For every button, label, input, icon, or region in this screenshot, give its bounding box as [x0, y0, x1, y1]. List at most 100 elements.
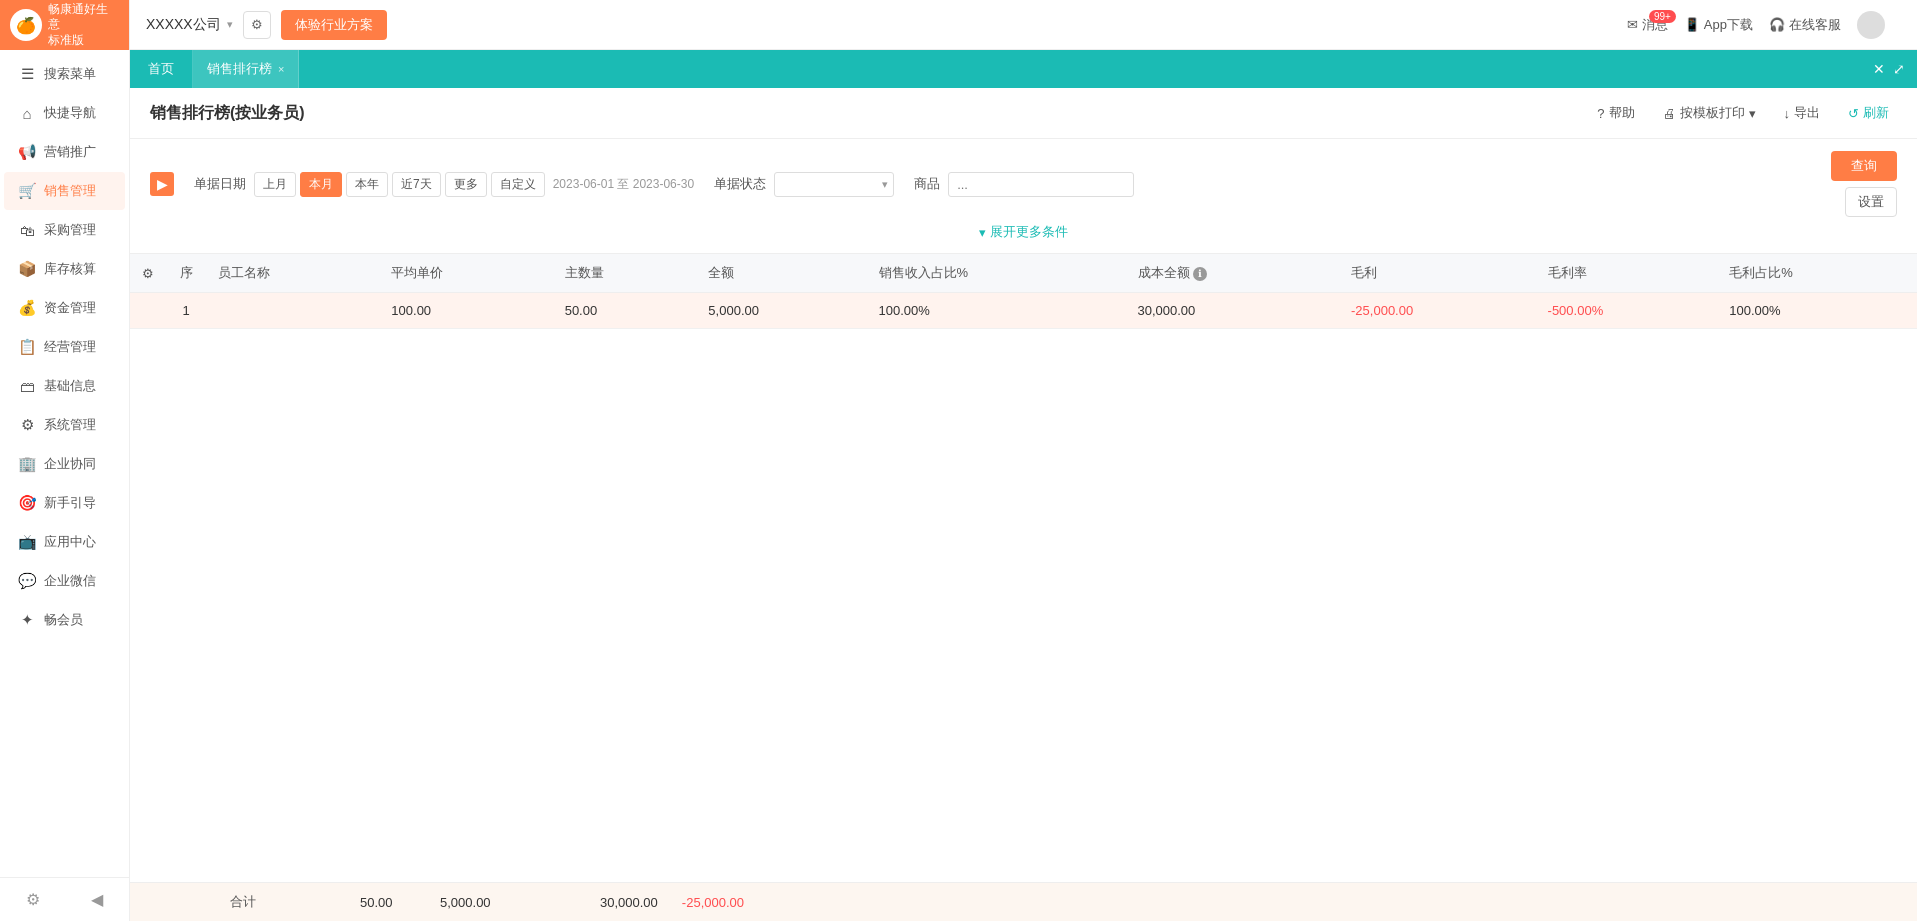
sidebar-label-finance: 资金管理	[44, 299, 96, 317]
sidebar-icon-wechat: 💬	[18, 572, 36, 590]
msg-icon: ✉	[1627, 17, 1638, 32]
cell-amount-0: 5,000.00	[696, 293, 866, 329]
sidebar-label-quick-nav: 快捷导航	[44, 104, 96, 122]
last7-btn[interactable]: 近7天	[392, 172, 441, 197]
sidebar-label-wechat: 企业微信	[44, 572, 96, 590]
sidebar-item-marketing[interactable]: 📢 营销推广	[4, 133, 125, 171]
sidebar-icon-member: ✦	[18, 611, 36, 629]
sidebar-label-enterprise: 企业协同	[44, 455, 96, 473]
sidebar-item-enterprise[interactable]: 🏢企业协同	[4, 445, 125, 483]
th-name: 员工名称	[206, 254, 379, 293]
status-select-wrap: ▾	[774, 172, 894, 197]
sidebar-item-inventory[interactable]: 📦库存核算	[4, 250, 125, 288]
main-area: XXXXX公司 ▾ ⚙ 体验行业方案 ✉ 消息 99+ 📱 App下载 🎧 在线…	[130, 0, 1917, 921]
cell-qty-0: 50.00	[553, 293, 697, 329]
query-section: 查询 设置	[1831, 151, 1897, 217]
sidebar-item-apps[interactable]: 📺 应用中心	[4, 523, 125, 561]
sidebar-label-marketing: 营销推广	[44, 143, 96, 161]
sidebar-icon-apps: 📺	[18, 533, 36, 551]
this-year-btn[interactable]: 本年	[346, 172, 388, 197]
print-btn[interactable]: 🖨 按模板打印 ▾	[1655, 100, 1764, 126]
sidebar-label-purchase-mgmt: 采购管理	[44, 221, 96, 239]
sidebar-collapse-btn[interactable]: ◀	[83, 886, 111, 913]
sidebar-item-operations[interactable]: 📋经营管理	[4, 328, 125, 366]
goods-label: 商品	[914, 175, 940, 193]
export-icon: ↓	[1784, 106, 1791, 121]
window-btns: ✕ ⤢	[1861, 61, 1917, 77]
goods-input[interactable]	[948, 172, 1134, 197]
sidebar-item-system[interactable]: ⚙系统管理	[4, 406, 125, 444]
app-icon: 📱	[1684, 17, 1700, 32]
th-rank: 序	[166, 254, 206, 293]
filter-toggle-btn[interactable]: ▶	[150, 172, 174, 196]
sidebar-item-purchase-mgmt[interactable]: 🛍采购管理	[4, 211, 125, 249]
tab-close-icon[interactable]: ×	[278, 63, 284, 75]
expand-more-btn[interactable]: ▾ 展开更多条件	[979, 223, 1068, 241]
table-body: 1 100.00 50.00 5,000.00 100.00% 30,000.0…	[130, 293, 1917, 329]
tab-sales-rank-label: 销售排行榜	[207, 60, 272, 78]
date-range: 2023-06-01 至 2023-06-30	[553, 176, 694, 193]
goods-filter-group: 商品	[914, 172, 1134, 197]
sidebar-item-quick-nav[interactable]: ⌂快捷导航	[4, 94, 125, 132]
th-sales-pct: 销售收入占比%	[867, 254, 1126, 293]
sidebar-icon-basic-info: 🗃	[18, 378, 36, 395]
sidebar-label-apps: 应用中心	[44, 533, 96, 551]
trial-btn[interactable]: 体验行业方案	[281, 10, 387, 40]
sidebar-item-search-order[interactable]: ☰ 搜索菜单	[4, 55, 125, 93]
topbar-settings-btn[interactable]: ⚙	[243, 11, 271, 39]
this-month-btn[interactable]: 本月	[300, 172, 342, 197]
page-header-actions: ? 帮助 🖨 按模板打印 ▾ ↓ 导出 ↺ 刷新	[1589, 100, 1897, 126]
status-select[interactable]	[774, 172, 894, 197]
sidebar-icon-sales-mgmt: 🛒	[18, 182, 36, 200]
company-selector[interactable]: XXXXX公司 ▾	[146, 16, 233, 34]
tab-sales-rank[interactable]: 销售排行榜 ×	[193, 50, 299, 88]
app-download-btn[interactable]: 📱 App下载	[1684, 16, 1753, 34]
th-profit-pct: 毛利占比%	[1717, 254, 1917, 293]
cell-profit-0: -25,000.00	[1339, 293, 1536, 329]
settings-small-btn[interactable]: 设置	[1845, 187, 1897, 217]
sidebar-icon-search-order: ☰	[18, 65, 36, 83]
cell-cost-0: 30,000.00	[1126, 293, 1340, 329]
th-settings[interactable]: ⚙	[130, 254, 166, 293]
sidebar-item-guide[interactable]: 🎯新手引导	[4, 484, 125, 522]
sidebar-bottom: ⚙ ◀	[0, 877, 129, 921]
sidebar-icon-guide: 🎯	[18, 494, 36, 512]
refresh-btn[interactable]: ↺ 刷新	[1840, 100, 1897, 126]
sidebar-label-member: 畅会员	[44, 611, 83, 629]
print-dropdown-icon[interactable]: ▾	[1749, 106, 1756, 121]
sidebar-item-wechat[interactable]: 💬 企业微信	[4, 562, 125, 600]
filter-row-1: ▶ 单据日期 上月 本月 本年 近7天 更多 自定义 2023-06-01 至 …	[150, 151, 1897, 217]
sidebar-settings-btn[interactable]: ⚙	[18, 886, 48, 913]
export-btn[interactable]: ↓ 导出	[1776, 100, 1829, 126]
user-avatar[interactable]	[1857, 11, 1885, 39]
service-label: 在线客服	[1789, 16, 1841, 34]
tab-home-label: 首页	[148, 60, 174, 78]
th-amount: 全额	[696, 254, 866, 293]
sidebar-item-member[interactable]: ✦ 畅会员	[4, 601, 125, 639]
table-wrap: ⚙ 序 员工名称 平均单价 主数量 全额 销售收入占比% 成本全额 ℹ 毛利 毛…	[130, 254, 1917, 882]
filter-arrow-icon: ▶	[157, 176, 168, 192]
headset-icon: 🎧	[1769, 17, 1785, 32]
query-btn[interactable]: 查询	[1831, 151, 1897, 181]
custom-date-btn[interactable]: 自定义	[491, 172, 545, 197]
sidebar-item-finance[interactable]: 💰资金管理	[4, 289, 125, 327]
sidebar-icon-marketing: 📢	[18, 143, 36, 161]
sidebar-nav: ☰ 搜索菜单 ⌂快捷导航 📢 营销推广 🛒销售管理🛍采购管理📦库存核算💰资金管理📋经营管理…	[0, 50, 129, 877]
window-restore-icon[interactable]: ⤢	[1893, 61, 1905, 77]
window-close-icon[interactable]: ✕	[1873, 61, 1885, 77]
prev-month-btn[interactable]: 上月	[254, 172, 296, 197]
more-date-btn[interactable]: 更多	[445, 172, 487, 197]
sidebar-icon-system: ⚙	[18, 416, 36, 434]
sidebar: 🍊 畅康通好生意 标准版 ☰搜索菜单⌂快捷导航📢营销推广🛒销售管理🛍采购管理📦库…	[0, 0, 130, 921]
footer-profit: -25,000.00	[670, 895, 756, 910]
sidebar-label-search-order: 搜索菜单	[44, 65, 96, 83]
table-footer: 合计 50.00 5,000.00 30,000.00 -25,000.00	[130, 882, 1917, 921]
msg-btn[interactable]: ✉ 消息 99+	[1627, 16, 1668, 34]
tab-home[interactable]: 首页	[130, 50, 193, 88]
footer-cost: 30,000.00	[588, 895, 670, 910]
service-btn[interactable]: 🎧 在线客服	[1769, 16, 1841, 34]
sidebar-item-sales-mgmt[interactable]: 🛒销售管理	[4, 172, 125, 210]
help-btn[interactable]: ? 帮助	[1589, 100, 1642, 126]
th-profit-rate: 毛利率	[1536, 254, 1718, 293]
sidebar-item-basic-info[interactable]: 🗃基础信息	[4, 367, 125, 405]
